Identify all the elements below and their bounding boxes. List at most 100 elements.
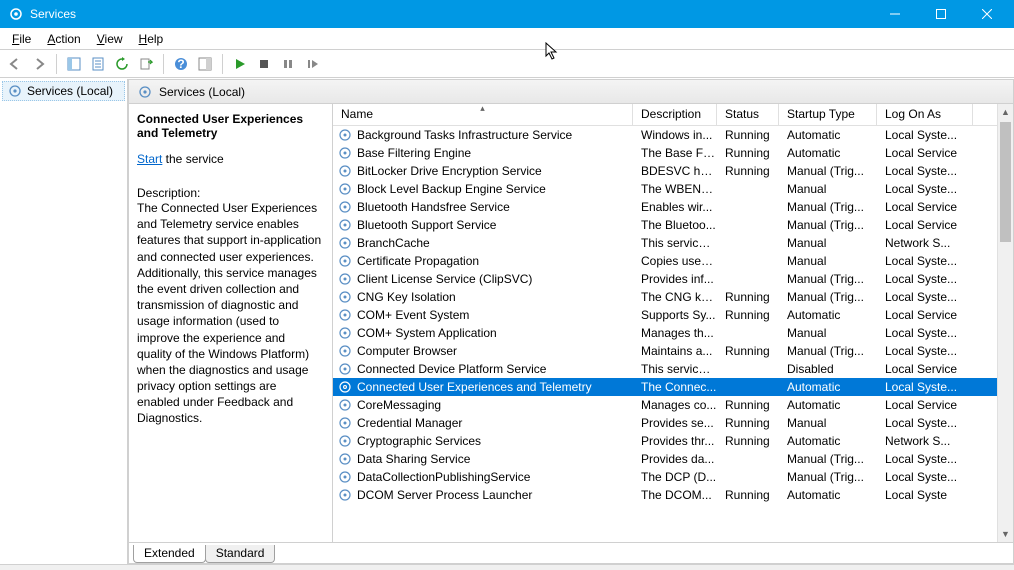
service-startup: Manual (Trig... bbox=[779, 272, 877, 286]
right-pane: Services (Local) Connected User Experien… bbox=[128, 79, 1014, 564]
service-logon: Local Syste... bbox=[877, 380, 973, 394]
selected-service-name: Connected User Experiences and Telemetry bbox=[137, 112, 322, 140]
table-row[interactable]: Cryptographic ServicesProvides thr...Run… bbox=[333, 432, 997, 450]
start-link[interactable]: Start bbox=[137, 152, 162, 166]
service-desc: Provides thr... bbox=[633, 434, 717, 448]
tab-standard[interactable]: Standard bbox=[205, 545, 276, 563]
start-service-button[interactable] bbox=[229, 53, 251, 75]
table-row[interactable]: Client License Service (ClipSVC)Provides… bbox=[333, 270, 997, 288]
gear-icon bbox=[337, 325, 353, 341]
service-startup: Manual (Trig... bbox=[779, 344, 877, 358]
show-hide-tree-button[interactable] bbox=[63, 53, 85, 75]
table-row[interactable]: Bluetooth Handsfree ServiceEnables wir..… bbox=[333, 198, 997, 216]
service-name: Data Sharing Service bbox=[357, 452, 470, 466]
service-startup: Manual bbox=[779, 254, 877, 268]
service-startup: Automatic bbox=[779, 488, 877, 502]
main-area: Services (Local) Services (Local) Connec… bbox=[0, 78, 1014, 564]
service-status: Running bbox=[717, 164, 779, 178]
service-name: Certificate Propagation bbox=[357, 254, 479, 268]
table-row[interactable]: Block Level Backup Engine ServiceThe WBE… bbox=[333, 180, 997, 198]
service-desc: Copies user ... bbox=[633, 254, 717, 268]
table-row[interactable]: BitLocker Drive Encryption ServiceBDESVC… bbox=[333, 162, 997, 180]
detail-panel: Connected User Experiences and Telemetry… bbox=[129, 104, 333, 542]
service-desc: Provides inf... bbox=[633, 272, 717, 286]
gear-icon bbox=[337, 415, 353, 431]
vertical-scrollbar[interactable]: ▲ ▼ bbox=[997, 104, 1013, 542]
scrollbar-thumb[interactable] bbox=[1000, 122, 1011, 242]
restart-service-button[interactable] bbox=[301, 53, 323, 75]
table-row[interactable]: DCOM Server Process LauncherThe DCOM...R… bbox=[333, 486, 997, 504]
table-row[interactable]: COM+ System ApplicationManages th...Manu… bbox=[333, 324, 997, 342]
close-button[interactable] bbox=[964, 0, 1010, 28]
service-logon: Local Syste... bbox=[877, 128, 973, 142]
service-name: Connected User Experiences and Telemetry bbox=[357, 380, 592, 394]
service-name: CNG Key Isolation bbox=[357, 290, 456, 304]
service-name: BranchCache bbox=[357, 236, 430, 250]
col-name[interactable]: Name▴ bbox=[333, 104, 633, 125]
service-startup: Automatic bbox=[779, 146, 877, 160]
back-button[interactable] bbox=[4, 53, 26, 75]
description-label: Description: bbox=[137, 186, 322, 200]
service-name: Base Filtering Engine bbox=[357, 146, 471, 160]
pause-service-button[interactable] bbox=[277, 53, 299, 75]
service-logon: Network S... bbox=[877, 434, 973, 448]
table-row[interactable]: Computer BrowserMaintains a...RunningMan… bbox=[333, 342, 997, 360]
action-suffix: the service bbox=[162, 152, 223, 166]
stop-service-button[interactable] bbox=[253, 53, 275, 75]
service-startup: Automatic bbox=[779, 308, 877, 322]
toolbar-separator bbox=[163, 54, 164, 74]
tree-node-services-local[interactable]: Services (Local) bbox=[2, 81, 125, 101]
tab-extended[interactable]: Extended bbox=[133, 545, 206, 563]
status-bar bbox=[0, 564, 1014, 570]
col-logon[interactable]: Log On As bbox=[877, 104, 973, 125]
table-row[interactable]: Connected Device Platform ServiceThis se… bbox=[333, 360, 997, 378]
toolbar-separator bbox=[56, 54, 57, 74]
service-startup: Manual (Trig... bbox=[779, 290, 877, 304]
menu-view[interactable]: View bbox=[89, 30, 131, 48]
menu-action[interactable]: Action bbox=[39, 30, 88, 48]
table-row[interactable]: Data Sharing ServiceProvides da...Manual… bbox=[333, 450, 997, 468]
col-startup[interactable]: Startup Type bbox=[779, 104, 877, 125]
service-startup: Automatic bbox=[779, 434, 877, 448]
col-description[interactable]: Description bbox=[633, 104, 717, 125]
menu-help[interactable]: Help bbox=[131, 30, 172, 48]
table-row[interactable]: Base Filtering EngineThe Base Fil...Runn… bbox=[333, 144, 997, 162]
service-desc: Windows in... bbox=[633, 128, 717, 142]
table-row[interactable]: CoreMessagingManages co...RunningAutomat… bbox=[333, 396, 997, 414]
forward-button[interactable] bbox=[28, 53, 50, 75]
table-row[interactable]: Connected User Experiences and Telemetry… bbox=[333, 378, 997, 396]
list-body[interactable]: Background Tasks Infrastructure ServiceW… bbox=[333, 126, 997, 542]
gear-icon bbox=[337, 433, 353, 449]
table-row[interactable]: Background Tasks Infrastructure ServiceW… bbox=[333, 126, 997, 144]
gear-icon bbox=[337, 253, 353, 269]
svg-text:?: ? bbox=[177, 57, 184, 71]
service-name: Computer Browser bbox=[357, 344, 457, 358]
scroll-down-icon[interactable]: ▼ bbox=[998, 526, 1013, 542]
service-startup: Manual (Trig... bbox=[779, 164, 877, 178]
table-row[interactable]: Credential ManagerProvides se...RunningM… bbox=[333, 414, 997, 432]
service-action-line: Start the service bbox=[137, 152, 322, 166]
service-startup: Manual (Trig... bbox=[779, 218, 877, 232]
table-row[interactable]: COM+ Event SystemSupports Sy...RunningAu… bbox=[333, 306, 997, 324]
table-row[interactable]: Bluetooth Support ServiceThe Bluetoo...M… bbox=[333, 216, 997, 234]
col-status[interactable]: Status bbox=[717, 104, 779, 125]
table-row[interactable]: DataCollectionPublishingServiceThe DCP (… bbox=[333, 468, 997, 486]
window-title: Services bbox=[30, 7, 872, 21]
properties-button[interactable] bbox=[87, 53, 109, 75]
bottom-tabs: Extended Standard bbox=[129, 542, 1013, 563]
refresh-button[interactable] bbox=[111, 53, 133, 75]
table-row[interactable]: CNG Key IsolationThe CNG ke...RunningMan… bbox=[333, 288, 997, 306]
menu-file[interactable]: File bbox=[4, 30, 39, 48]
action-pane-button[interactable] bbox=[194, 53, 216, 75]
minimize-button[interactable] bbox=[872, 0, 918, 28]
service-status: Running bbox=[717, 398, 779, 412]
table-row[interactable]: Certificate Propagation Copies user ... Ma… bbox=[333, 252, 997, 270]
table-row[interactable]: BranchCacheThis service ...ManualNetwork… bbox=[333, 234, 997, 252]
export-button[interactable] bbox=[135, 53, 157, 75]
gear-icon bbox=[337, 343, 353, 359]
service-desc: This service ... bbox=[633, 236, 717, 250]
maximize-button[interactable] bbox=[918, 0, 964, 28]
scroll-up-icon[interactable]: ▲ bbox=[998, 104, 1013, 120]
help-button[interactable]: ? bbox=[170, 53, 192, 75]
service-desc: Supports Sy... bbox=[633, 308, 717, 322]
